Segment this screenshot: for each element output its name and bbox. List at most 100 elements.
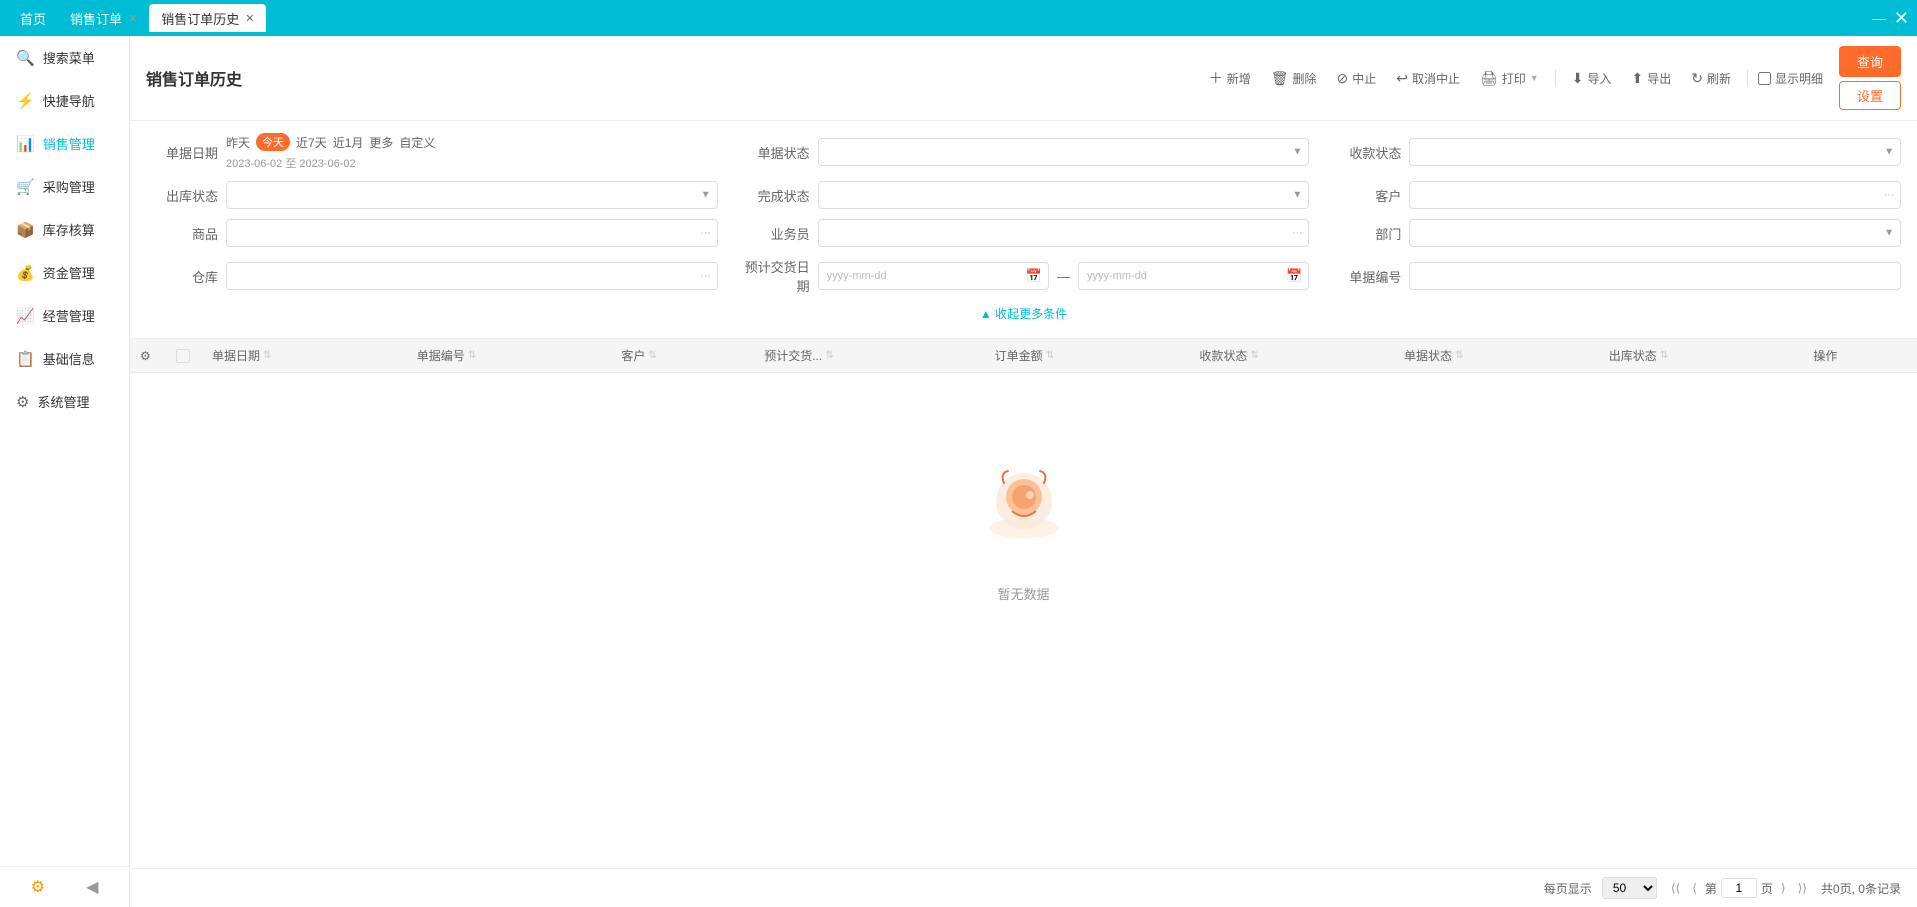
date-option-custom[interactable]: 自定义 xyxy=(399,134,435,151)
sidebar-item-purchase[interactable]: 🛒 采购管理 xyxy=(0,165,129,208)
close-tab-sales-order[interactable]: ✕ xyxy=(128,12,137,25)
toolbar-divider xyxy=(1555,70,1556,86)
data-table: ⚙ 单据日期 ⇅ 单据编号 xyxy=(130,339,1917,683)
sort-docnum-icon[interactable]: ⇅ xyxy=(468,350,476,361)
customer-select-arrow: ··· xyxy=(1884,190,1894,201)
th-payment-status: 收款状态 ⇅ xyxy=(1189,339,1394,373)
sort-outbound-icon[interactable]: ⇅ xyxy=(1660,350,1668,361)
sidebar-item-sales[interactable]: 📊 销售管理 xyxy=(0,122,129,165)
doc-num-filter-label: 单据编号 xyxy=(1329,267,1409,286)
inventory-icon: 📦 xyxy=(16,221,35,239)
nav-next[interactable]: ⟩ xyxy=(1777,879,1790,897)
date-filter-options: 昨天 今天 近7天 近1月 更多 自定义 xyxy=(226,133,435,151)
sidebar-item-search[interactable]: 🔍 搜索菜单 xyxy=(0,36,129,79)
close-tab-sales-history[interactable]: ✕ xyxy=(245,12,254,25)
collapse-row[interactable]: ▲ 收起更多条件 xyxy=(146,301,1901,326)
sales-icon: 📊 xyxy=(16,135,35,153)
sidebar-item-system[interactable]: ⚙ 系统管理 xyxy=(0,380,129,423)
outbound-select-arrow: ▼ xyxy=(701,190,711,201)
warehouse-filter-label: 仓库 xyxy=(146,267,226,286)
date-filter-label: 单据日期 xyxy=(146,143,226,162)
payment-select[interactable]: ▼ xyxy=(1409,138,1901,166)
sidebar-item-management[interactable]: 📈 经营管理 xyxy=(0,294,129,337)
date-option-yesterday[interactable]: 昨天 xyxy=(226,134,250,151)
date-option-1month[interactable]: 近1月 xyxy=(333,134,364,151)
sidebar: 🔍 搜索菜单 ⚡ 快捷导航 📊 销售管理 🛒 采购管理 📦 库存核算 💰 资金管… xyxy=(0,36,130,907)
stop-icon: ⊘ xyxy=(1337,70,1349,87)
cal-icon-start: 📅 xyxy=(1026,268,1042,284)
salesperson-select[interactable]: ··· xyxy=(818,219,1310,247)
outbound-select[interactable]: ▼ xyxy=(226,181,718,209)
doc-num-input[interactable] xyxy=(1409,262,1901,290)
goods-select[interactable]: ··· xyxy=(226,219,718,247)
dept-select[interactable]: ▼ xyxy=(1409,219,1901,247)
btn-stop[interactable]: ⊘ 中止 xyxy=(1331,66,1383,91)
nav-last[interactable]: ⟩⟩ xyxy=(1794,879,1811,897)
goods-filter-label: 商品 xyxy=(146,224,226,243)
per-page-select[interactable]: 50 100 200 xyxy=(1602,877,1657,899)
delivery-date-end[interactable]: yyyy-mm-dd 📅 xyxy=(1078,262,1309,290)
btn-new-label: 新增 xyxy=(1227,70,1251,87)
warehouse-select[interactable]: ··· xyxy=(226,262,718,290)
filter-row-3: 商品 ··· 业务员 ··· 部门 xyxy=(146,219,1901,247)
complete-select[interactable]: ▼ xyxy=(818,181,1310,209)
date-option-more[interactable]: 更多 xyxy=(369,134,393,151)
btn-new[interactable]: ＋ 新增 xyxy=(1203,64,1257,92)
display-detail-toggle[interactable]: 显示明细 xyxy=(1758,70,1823,87)
tab-home[interactable]: 首页 xyxy=(8,4,58,32)
cancel-stop-icon: ↩ xyxy=(1396,70,1408,87)
th-amount: 订单金额 ⇅ xyxy=(985,339,1190,373)
th-customer: 客户 ⇅ xyxy=(611,339,754,373)
btn-setting[interactable]: 设置 xyxy=(1839,81,1901,110)
btn-delete[interactable]: 🗑 删除 xyxy=(1265,66,1323,91)
customer-select[interactable]: ··· xyxy=(1409,181,1901,209)
btn-cancel-stop[interactable]: ↩ 取消中止 xyxy=(1390,66,1466,91)
nav-first[interactable]: ⟨⟨ xyxy=(1667,879,1684,897)
btn-import[interactable]: ⬇ 导入 xyxy=(1566,66,1618,91)
page-label-before: 第 xyxy=(1705,880,1717,897)
btn-export[interactable]: ⬆ 导出 xyxy=(1625,66,1677,91)
sort-amount-icon[interactable]: ⇅ xyxy=(1046,350,1054,361)
filter-row-1: 单据日期 昨天 今天 近7天 近1月 更多 自定义 2023-06-02 至 2… xyxy=(146,133,1901,171)
sort-docstatus-icon[interactable]: ⇅ xyxy=(1455,350,1463,361)
sidebar-item-quicknav[interactable]: ⚡ 快捷导航 xyxy=(0,79,129,122)
sidebar-item-inventory[interactable]: 📦 库存核算 xyxy=(0,208,129,251)
th-settings[interactable]: ⚙ xyxy=(130,339,166,373)
minimize-btn[interactable]: — xyxy=(1872,10,1886,26)
sort-delivery-icon[interactable]: ⇅ xyxy=(825,350,833,361)
sidebar-system-label: 系统管理 xyxy=(37,392,89,411)
sidebar-item-finance[interactable]: 💰 资金管理 xyxy=(0,251,129,294)
table-settings-icon[interactable]: ⚙ xyxy=(140,349,151,363)
th-doc-num: 单据编号 ⇅ xyxy=(407,339,612,373)
sort-date-icon[interactable]: ⇅ xyxy=(263,350,271,361)
btn-print[interactable]: 🖨 打印 ▼ xyxy=(1474,66,1545,91)
sort-payment-icon[interactable]: ⇅ xyxy=(1250,350,1258,361)
btn-refresh[interactable]: ↻ 刷新 xyxy=(1685,66,1737,91)
nav-prev[interactable]: ⟨ xyxy=(1688,879,1701,897)
tab-sales-history-label: 销售订单历史 xyxy=(161,9,239,28)
sidebar-collapse-icon[interactable]: ◀ xyxy=(86,877,98,897)
tab-sales-order[interactable]: 销售订单 ✕ xyxy=(58,4,149,32)
btn-query[interactable]: 查询 xyxy=(1839,46,1901,77)
sidebar-item-basic-info[interactable]: 📋 基础信息 xyxy=(0,337,129,380)
customer-filter-label: 客户 xyxy=(1329,186,1409,205)
delivery-date-start[interactable]: yyyy-mm-dd 📅 xyxy=(818,262,1049,290)
close-btn[interactable]: ✕ xyxy=(1894,8,1909,29)
content-area: 销售订单历史 ＋ 新增 🗑 删除 ⊘ 中止 ↩ 取消中止 xyxy=(130,36,1917,907)
page-number-input[interactable] xyxy=(1721,878,1757,898)
select-all-checkbox[interactable] xyxy=(176,349,190,363)
page-label-after: 页 xyxy=(1761,880,1773,897)
toolbar: ＋ 新增 🗑 删除 ⊘ 中止 ↩ 取消中止 🖨 打印 xyxy=(1203,46,1901,110)
status-select[interactable]: ▼ xyxy=(818,138,1310,166)
payment-select-arrow: ▼ xyxy=(1884,147,1894,158)
date-option-7days[interactable]: 近7天 xyxy=(296,134,327,151)
tab-sales-history[interactable]: 销售订单历史 ✕ xyxy=(149,4,266,32)
display-detail-checkbox[interactable] xyxy=(1758,72,1771,85)
window-controls: — ✕ xyxy=(1872,8,1909,29)
sidebar-settings-icon[interactable]: ⚙ xyxy=(31,877,45,897)
search-menu-icon: 🔍 xyxy=(16,49,35,67)
date-option-today[interactable]: 今天 xyxy=(256,133,290,151)
new-icon: ＋ xyxy=(1209,68,1223,88)
sidebar-quicknav-label: 快捷导航 xyxy=(43,91,95,110)
sort-customer-icon[interactable]: ⇅ xyxy=(648,350,656,361)
